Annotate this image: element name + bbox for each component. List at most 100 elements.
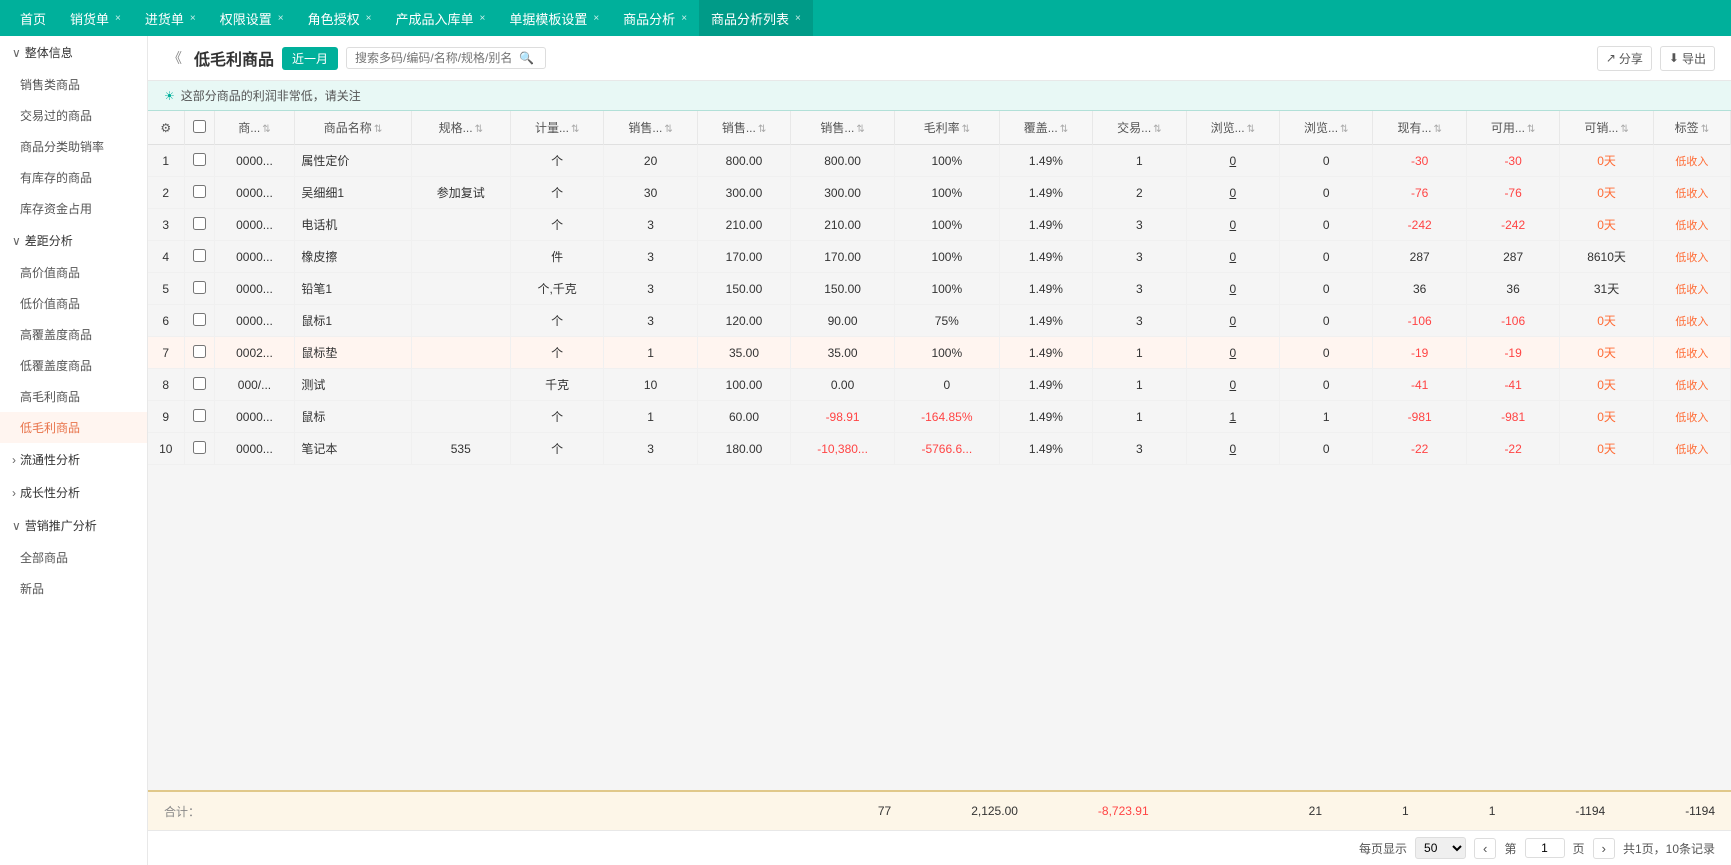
- cell-name[interactable]: 鼠标垫: [295, 337, 411, 369]
- col-gross-margin[interactable]: 毛利率⇅: [894, 111, 999, 145]
- sidebar-item-traded-goods[interactable]: 交易过的商品: [0, 100, 147, 131]
- sidebar-item-stock-capital[interactable]: 库存资金占用: [0, 193, 147, 224]
- cell-name[interactable]: 吴细细1: [295, 177, 411, 209]
- nav-product-analysis[interactable]: 商品分析 ×: [611, 0, 699, 36]
- search-icon[interactable]: 🔍: [519, 51, 534, 65]
- row-checkbox[interactable]: [193, 313, 206, 326]
- cell-name[interactable]: 鼠标1: [295, 305, 411, 337]
- cell-checkbox[interactable]: [184, 337, 214, 369]
- cell-browse1[interactable]: 0: [1186, 209, 1279, 241]
- cell-browse1[interactable]: 0: [1186, 369, 1279, 401]
- close-icon[interactable]: ×: [681, 13, 687, 24]
- cell-checkbox[interactable]: [184, 177, 214, 209]
- col-code[interactable]: 商...⇅: [214, 111, 295, 145]
- col-browse2[interactable]: 浏览...⇅: [1280, 111, 1373, 145]
- row-checkbox[interactable]: [193, 217, 206, 230]
- cell-browse1[interactable]: 0: [1186, 145, 1279, 177]
- sidebar-group-growth[interactable]: › 成长性分析: [0, 476, 147, 509]
- cell-checkbox[interactable]: [184, 241, 214, 273]
- col-current-stock[interactable]: 现有...⇅: [1373, 111, 1466, 145]
- cell-name[interactable]: 铅笔1: [295, 273, 411, 305]
- sidebar-group-overall-info[interactable]: ∨ 整体信息: [0, 36, 147, 69]
- row-checkbox[interactable]: [193, 281, 206, 294]
- sidebar-item-category-rate[interactable]: 商品分类助销率: [0, 131, 147, 162]
- cell-checkbox[interactable]: [184, 369, 214, 401]
- nav-template-settings[interactable]: 单据模板设置 ×: [497, 0, 611, 36]
- cell-browse1[interactable]: 0: [1186, 241, 1279, 273]
- search-input[interactable]: [355, 51, 515, 65]
- close-icon[interactable]: ×: [115, 13, 121, 24]
- select-all-checkbox[interactable]: [193, 120, 206, 133]
- col-sales-profit[interactable]: 销售...⇅: [791, 111, 895, 145]
- sidebar-group-liquidity[interactable]: › 流通性分析: [0, 443, 147, 476]
- row-checkbox[interactable]: [193, 153, 206, 166]
- col-sales-qty[interactable]: 销售...⇅: [604, 111, 697, 145]
- cell-name[interactable]: 属性定价: [295, 145, 411, 177]
- sidebar-item-high-coverage[interactable]: 高覆盖度商品: [0, 319, 147, 350]
- cell-browse1[interactable]: 0: [1186, 305, 1279, 337]
- cell-checkbox[interactable]: [184, 433, 214, 465]
- cell-browse1[interactable]: 0: [1186, 337, 1279, 369]
- page-number-input[interactable]: [1525, 838, 1565, 858]
- cell-name[interactable]: 测试: [295, 369, 411, 401]
- sidebar-item-low-margin[interactable]: 低毛利商品: [0, 412, 147, 443]
- col-coverage[interactable]: 覆盖...⇅: [999, 111, 1092, 145]
- col-browse1[interactable]: 浏览...⇅: [1186, 111, 1279, 145]
- row-checkbox[interactable]: [193, 249, 206, 262]
- nav-home[interactable]: 首页: [8, 0, 58, 36]
- col-name[interactable]: 商品名称⇅: [295, 111, 411, 145]
- col-trade-count[interactable]: 交易...⇅: [1093, 111, 1186, 145]
- close-icon[interactable]: ×: [278, 13, 284, 24]
- nav-analysis-list[interactable]: 商品分析列表 ×: [699, 0, 813, 36]
- cell-checkbox[interactable]: [184, 401, 214, 433]
- row-checkbox[interactable]: [193, 409, 206, 422]
- per-page-select[interactable]: 50 100 200: [1415, 837, 1466, 859]
- col-saleable[interactable]: 可销...⇅: [1560, 111, 1653, 145]
- col-unit[interactable]: 计量...⇅: [510, 111, 603, 145]
- col-checkbox[interactable]: [184, 111, 214, 145]
- sidebar-item-low-value[interactable]: 低价值商品: [0, 288, 147, 319]
- sidebar-item-all-goods[interactable]: 全部商品: [0, 542, 147, 573]
- close-icon[interactable]: ×: [366, 13, 372, 24]
- row-checkbox[interactable]: [193, 185, 206, 198]
- cell-browse1[interactable]: 0: [1186, 273, 1279, 305]
- sidebar-item-low-coverage[interactable]: 低覆盖度商品: [0, 350, 147, 381]
- col-sales-price[interactable]: 销售...⇅: [697, 111, 790, 145]
- row-checkbox[interactable]: [193, 377, 206, 390]
- nav-permission[interactable]: 权限设置 ×: [208, 0, 296, 36]
- next-page-button[interactable]: ›: [1593, 838, 1615, 859]
- cell-name[interactable]: 笔记本: [295, 433, 411, 465]
- prev-page-button[interactable]: ‹: [1474, 838, 1496, 859]
- nav-sales-order[interactable]: 销货单 ×: [58, 0, 133, 36]
- cell-name[interactable]: 电话机: [295, 209, 411, 241]
- cell-browse1[interactable]: 0: [1186, 433, 1279, 465]
- nav-role-auth[interactable]: 角色授权 ×: [296, 0, 384, 36]
- cell-browse1[interactable]: 0: [1186, 177, 1279, 209]
- cell-checkbox[interactable]: [184, 145, 214, 177]
- col-settings[interactable]: ⚙: [148, 111, 184, 145]
- cell-checkbox[interactable]: [184, 209, 214, 241]
- nav-product-entry[interactable]: 产成品入库单 ×: [383, 0, 497, 36]
- close-icon[interactable]: ×: [795, 13, 801, 24]
- col-tag[interactable]: 标签⇅: [1653, 111, 1730, 145]
- cell-checkbox[interactable]: [184, 273, 214, 305]
- share-button[interactable]: ↗ 分享: [1597, 46, 1652, 71]
- close-icon[interactable]: ×: [479, 13, 485, 24]
- cell-checkbox[interactable]: [184, 305, 214, 337]
- sidebar-item-sales-goods[interactable]: 销售类商品: [0, 69, 147, 100]
- close-icon[interactable]: ×: [190, 13, 196, 24]
- nav-purchase-order[interactable]: 进货单 ×: [133, 0, 208, 36]
- close-icon[interactable]: ×: [593, 13, 599, 24]
- sidebar-item-new-goods[interactable]: 新品: [0, 573, 147, 604]
- row-checkbox[interactable]: [193, 441, 206, 454]
- cell-name[interactable]: 橡皮擦: [295, 241, 411, 273]
- col-available[interactable]: 可用...⇅: [1466, 111, 1559, 145]
- sidebar-item-stocked-goods[interactable]: 有库存的商品: [0, 162, 147, 193]
- cell-browse1[interactable]: 1: [1186, 401, 1279, 433]
- col-spec[interactable]: 规格...⇅: [411, 111, 510, 145]
- filter-period-button[interactable]: 近一月: [282, 47, 338, 70]
- export-button[interactable]: ⬇ 导出: [1660, 46, 1715, 71]
- sidebar-collapse-button[interactable]: 《: [164, 44, 186, 72]
- cell-name[interactable]: 鼠标: [295, 401, 411, 433]
- sidebar-item-high-margin[interactable]: 高毛利商品: [0, 381, 147, 412]
